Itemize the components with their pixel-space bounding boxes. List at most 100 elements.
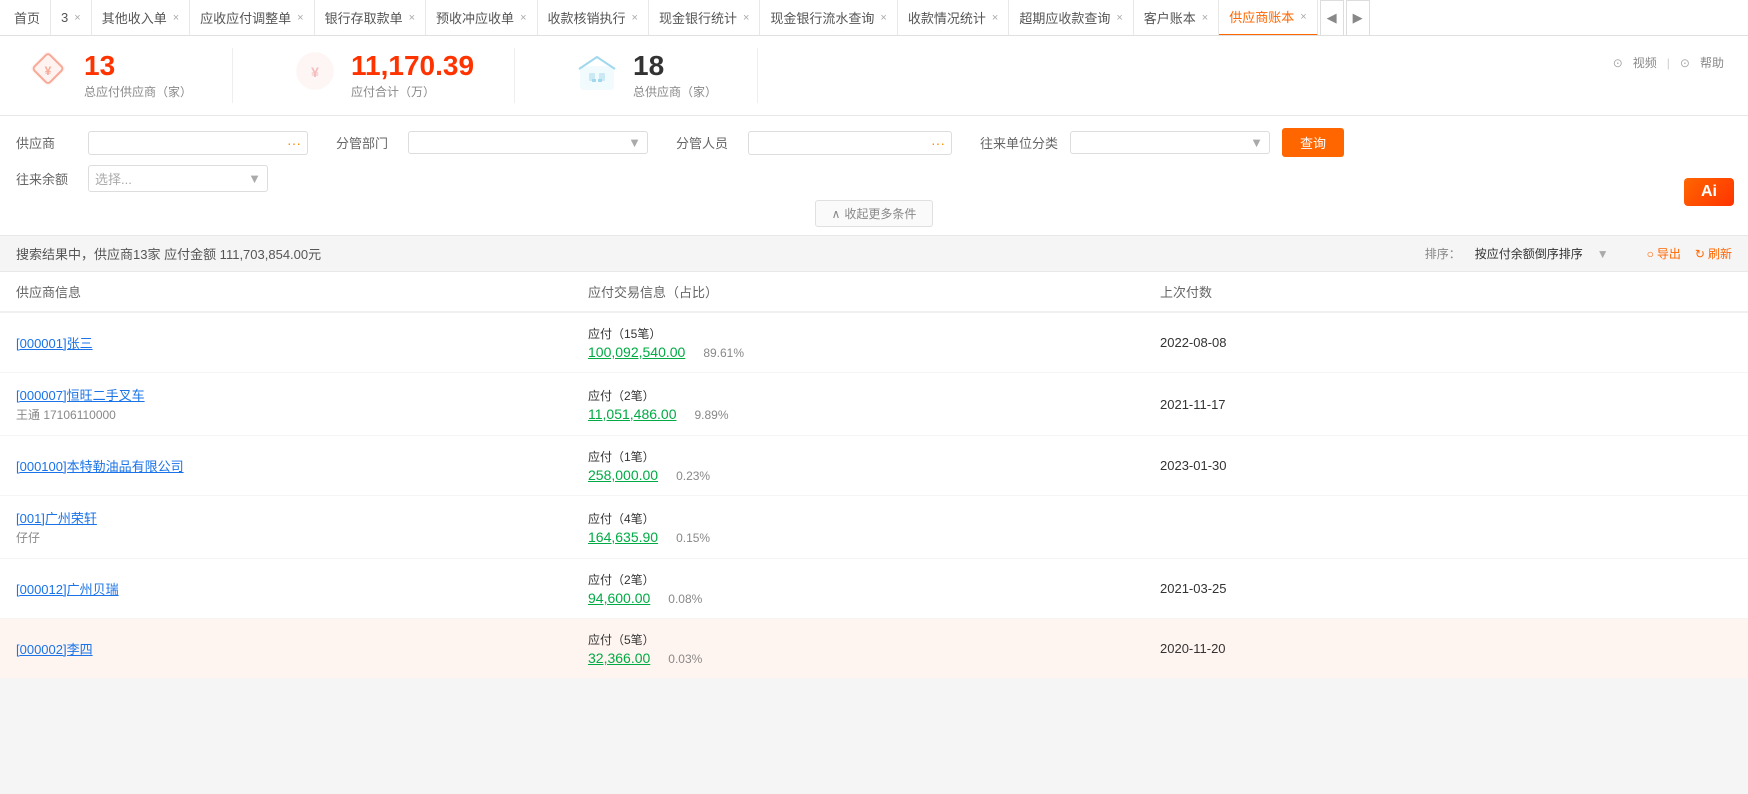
ap-suppliers-number: 13: [84, 51, 192, 82]
last-pay-date: 2021-11-17: [1160, 397, 1732, 412]
export-button[interactable]: ○ 导出: [1647, 245, 1681, 262]
supplier-name-link[interactable]: [000012]广州贝瑞: [16, 579, 588, 598]
supplier-info-cell: [000012]广州贝瑞: [16, 579, 588, 598]
table-row: [001]广州荣轩 仔仔 应付（4笔） 164,635.90 0.15%: [0, 496, 1748, 559]
tab-ap-adjust[interactable]: 应收应付调整单 ×: [190, 0, 314, 36]
close-tab-advance[interactable]: ×: [520, 12, 526, 24]
payable-row: 11,051,486.00 9.89%: [588, 404, 1160, 422]
close-tab-receipt-stat[interactable]: ×: [992, 12, 998, 24]
category-filter-arrow-icon[interactable]: ▼: [1250, 135, 1263, 150]
balance-filter-label: 往来余额: [16, 169, 76, 188]
nav-arrow-left[interactable]: ◀: [1320, 0, 1344, 36]
close-tab-supplier[interactable]: ×: [1300, 11, 1306, 23]
collapse-up-icon: ∧: [832, 207, 841, 221]
video-link[interactable]: 视频: [1633, 54, 1657, 71]
supplier-name-link[interactable]: [000002]李四: [16, 639, 588, 658]
collapse-button[interactable]: ∧ 收起更多条件: [815, 200, 934, 227]
payable-row: 258,000.00 0.23%: [588, 465, 1160, 483]
balance-filter-arrow-icon[interactable]: ▼: [248, 171, 261, 186]
filter-row-2: 往来余额 选择... ▼: [16, 165, 1732, 192]
supplier-info-cell: [000001]张三: [16, 333, 588, 352]
ap-suppliers-icon: ¥: [26, 48, 70, 103]
stat-total-suppliers: 18 总供应商（家）: [515, 48, 758, 103]
total-suppliers-label: 总供应商（家）: [633, 83, 717, 100]
table-row: [000012]广州贝瑞 应付（2笔） 94,600.00 0.08% 2021…: [0, 559, 1748, 619]
person-filter-label: 分管人员: [676, 133, 736, 152]
supplier-filter-input[interactable]: [95, 135, 287, 150]
supplier-filter-input-wrap[interactable]: ···: [88, 131, 308, 155]
tab-cash-flow[interactable]: 现金银行流水查询 ×: [760, 0, 897, 36]
payable-label: 应付（2笔）: [588, 571, 1160, 588]
close-tab-overdue[interactable]: ×: [1116, 12, 1122, 24]
help-link-icon: ⊙: [1680, 56, 1690, 70]
link-divider: |: [1667, 56, 1670, 70]
sort-value[interactable]: 按应付余额倒序排序: [1475, 245, 1583, 262]
close-tab-ap-adjust[interactable]: ×: [297, 12, 303, 24]
total-suppliers-number: 18: [633, 51, 717, 82]
payable-amount-link[interactable]: 32,366.00: [588, 650, 650, 666]
tab-receipt-stat[interactable]: 收款情况统计 ×: [898, 0, 1009, 36]
close-tab-bank-deposit[interactable]: ×: [409, 12, 415, 24]
close-tab-receipt-exec[interactable]: ×: [632, 12, 638, 24]
person-filter-input-wrap[interactable]: ···: [748, 131, 952, 155]
tab-bank-deposit[interactable]: 银行存取款单 ×: [315, 0, 426, 36]
payable-row: 164,635.90 0.15%: [588, 527, 1160, 545]
total-suppliers-text: 18 总供应商（家）: [633, 51, 717, 101]
sort-prefix: 排序：: [1425, 245, 1461, 262]
supplier-name-link[interactable]: [000001]张三: [16, 333, 588, 352]
payable-amount-link[interactable]: 258,000.00: [588, 467, 658, 483]
dept-filter-select-wrap[interactable]: ▼: [408, 131, 648, 154]
tab-advance[interactable]: 预收冲应收单 ×: [426, 0, 537, 36]
person-filter-dots-icon[interactable]: ···: [931, 135, 945, 151]
close-tab-other-income[interactable]: ×: [173, 12, 179, 24]
payable-row: 100,092,540.00 89.61%: [588, 342, 1160, 360]
tab-cash-bank-stat[interactable]: 现金银行统计 ×: [649, 0, 760, 36]
data-table: 供应商信息 应付交易信息（占比） 上次付数 [000001]张三 应付（15笔）…: [0, 272, 1748, 679]
payable-amount-link[interactable]: 164,635.90: [588, 529, 658, 545]
payable-info-cell: 应付（5笔） 32,366.00 0.03%: [588, 631, 1160, 666]
dept-filter-arrow-icon[interactable]: ▼: [628, 135, 641, 150]
sort-arrow-icon[interactable]: ▼: [1597, 247, 1609, 261]
stats-bar: ¥ 13 总应付供应商（家） ¥ 11,170.39 应付合计（万）: [0, 36, 1748, 116]
close-tab-customer[interactable]: ×: [1202, 12, 1208, 24]
query-button[interactable]: 查询: [1282, 128, 1344, 157]
payable-amount-link[interactable]: 100,092,540.00: [588, 344, 685, 360]
tab-other-income[interactable]: 其他收入单 ×: [92, 0, 190, 36]
payable-info-cell: 应付（15笔） 100,092,540.00 89.61%: [588, 325, 1160, 360]
table-row: [000007]恒旺二手叉车 王通 17106110000 应付（2笔） 11,…: [0, 373, 1748, 436]
payable-info-cell: 应付（4笔） 164,635.90 0.15%: [588, 510, 1160, 545]
collapse-row: ∧ 收起更多条件: [16, 200, 1732, 227]
filter-bar: 供应商 ··· 分管部门 ▼ 分管人员 ··· 往来单位分类 ▼ 查询 往来余额…: [0, 116, 1748, 236]
tab-overdue[interactable]: 超期应收款查询 ×: [1009, 0, 1133, 36]
supplier-name-link[interactable]: [000100]本特勒油品有限公司: [16, 456, 588, 475]
close-tab-3[interactable]: ×: [74, 12, 80, 24]
supplier-filter-dots-icon[interactable]: ···: [287, 135, 301, 151]
tab-supplier[interactable]: 供应商账本 ×: [1219, 0, 1317, 36]
payable-label: 应付（1笔）: [588, 448, 1160, 465]
tab-receipt-exec[interactable]: 收款核销执行 ×: [538, 0, 649, 36]
tab-3[interactable]: 3 ×: [51, 0, 92, 36]
ap-suppliers-text: 13 总应付供应商（家）: [84, 51, 192, 101]
table-header: 供应商信息 应付交易信息（占比） 上次付数: [0, 272, 1748, 313]
close-tab-cash-bank-stat[interactable]: ×: [743, 12, 749, 24]
payable-amount-link[interactable]: 11,051,486.00: [588, 406, 677, 422]
supplier-name-link[interactable]: [001]广州荣轩: [16, 508, 588, 527]
ai-badge[interactable]: Ai: [1684, 178, 1734, 206]
person-filter-input[interactable]: [755, 135, 931, 150]
close-tab-cash-flow[interactable]: ×: [880, 12, 886, 24]
filter-row-1: 供应商 ··· 分管部门 ▼ 分管人员 ··· 往来单位分类 ▼ 查询: [16, 128, 1732, 157]
tab-home[interactable]: 首页: [4, 0, 51, 36]
payable-pct: 0.23%: [676, 469, 710, 483]
category-filter-select-wrap[interactable]: ▼: [1070, 131, 1270, 154]
ap-amount-label: 应付合计（万）: [351, 83, 474, 100]
refresh-button[interactable]: ↻ 刷新: [1695, 245, 1732, 262]
payable-amount-link[interactable]: 94,600.00: [588, 590, 650, 606]
balance-filter-select-wrap[interactable]: 选择... ▼: [88, 165, 268, 192]
export-icon: ○: [1647, 247, 1654, 261]
help-link[interactable]: 帮助: [1700, 54, 1724, 71]
tab-customer[interactable]: 客户账本 ×: [1134, 0, 1219, 36]
stat-ap-amount: ¥ 11,170.39 应付合计（万）: [233, 48, 515, 103]
nav-arrow-right[interactable]: ▶: [1346, 0, 1370, 36]
table-row: [000001]张三 应付（15笔） 100,092,540.00 89.61%…: [0, 313, 1748, 373]
supplier-name-link[interactable]: [000007]恒旺二手叉车: [16, 385, 588, 404]
